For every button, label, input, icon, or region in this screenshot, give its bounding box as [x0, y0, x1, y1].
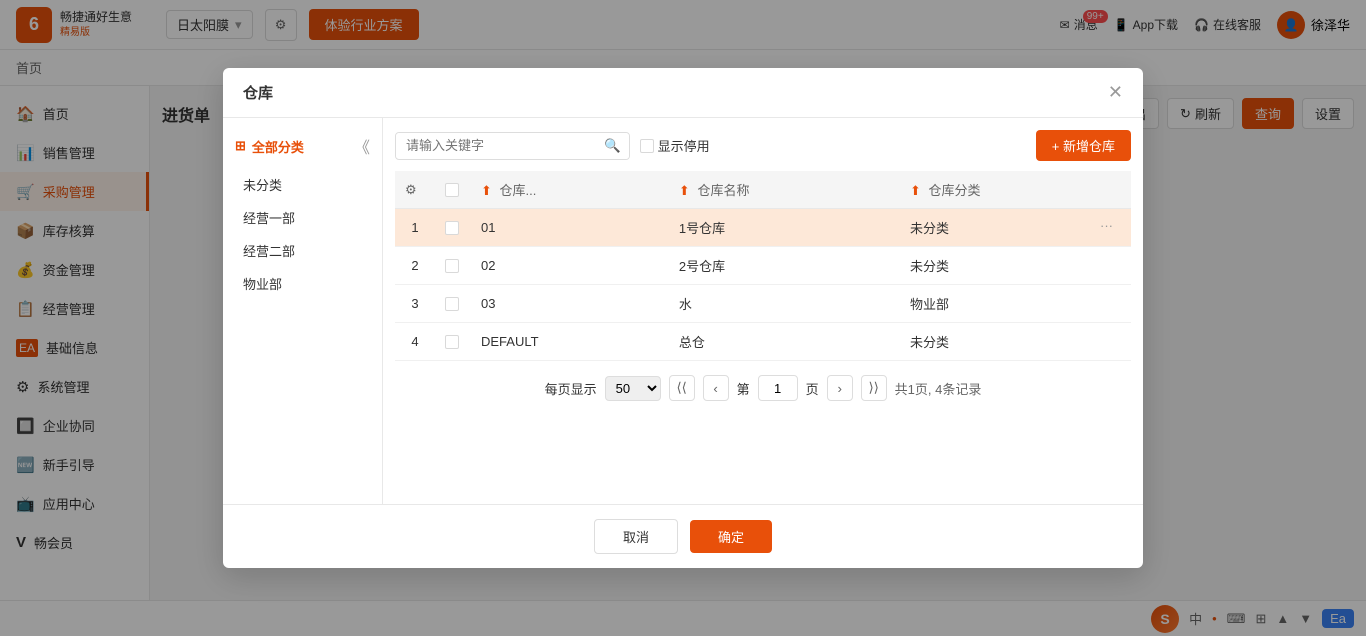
sort-icon-code: ⬆: [481, 183, 492, 198]
close-icon[interactable]: ✕: [1108, 82, 1123, 103]
table-row[interactable]: 2 02 2号仓库 未分类: [395, 247, 1131, 285]
col-code: ⬆ 仓库...: [471, 171, 669, 209]
row-name: 1号仓库: [669, 209, 900, 247]
add-warehouse-button[interactable]: + 新增仓库: [1036, 130, 1131, 161]
show-disabled-checkbox[interactable]: [640, 139, 654, 153]
category-panel: ⊞ 全部分类 《 未分类 经营一部 经营二部 物业部: [223, 118, 383, 504]
cancel-button[interactable]: 取消: [594, 519, 678, 554]
row-code: DEFAULT: [471, 323, 669, 361]
row-checkbox-cell: [435, 323, 471, 361]
row-category: 未分类: [900, 247, 1131, 285]
category-item-property[interactable]: 物业部: [223, 267, 382, 300]
row-category: 未分类: [900, 323, 1131, 361]
warehouse-table: ⚙ ⬆ 仓库... ⬆ 仓库名称: [395, 171, 1131, 361]
row-gear: 3: [395, 285, 435, 323]
row-gear: 2: [395, 247, 435, 285]
row-name: 2号仓库: [669, 247, 900, 285]
row-checkbox-cell: [435, 209, 471, 247]
modal-header: 仓库 ✕: [223, 68, 1143, 118]
page-label: 第: [737, 379, 750, 398]
per-page-label: 每页显示: [545, 379, 597, 398]
row-code: 03: [471, 285, 669, 323]
row-checkbox[interactable]: [445, 297, 459, 311]
table-row[interactable]: 4 DEFAULT 总仓 未分类: [395, 323, 1131, 361]
category-item-dept1[interactable]: 经营一部: [223, 201, 382, 234]
col-gear: ⚙: [395, 171, 435, 209]
prev-page-button[interactable]: ‹: [703, 375, 729, 401]
row-category: 物业部: [900, 285, 1131, 323]
table-panel: 🔍 显示停用 + 新增仓库 ⚙: [383, 118, 1143, 504]
row-gear: 4: [395, 323, 435, 361]
row-category: 未分类···: [900, 209, 1131, 247]
table-toolbar: 🔍 显示停用 + 新增仓库: [395, 130, 1131, 161]
gear-icon: ⚙: [405, 182, 417, 197]
category-header: ⊞ 全部分类 《: [223, 128, 382, 168]
category-item-unclassified[interactable]: 未分类: [223, 168, 382, 201]
col-name: ⬆ 仓库名称: [669, 171, 900, 209]
search-area: 🔍 显示停用: [395, 132, 710, 160]
row-code: 02: [471, 247, 669, 285]
category-collapse-icon[interactable]: 《: [354, 134, 370, 158]
row-code: 01: [471, 209, 669, 247]
first-page-button[interactable]: ⟨⟨: [669, 375, 695, 401]
row-checkbox[interactable]: [445, 259, 459, 273]
page-unit: 页: [806, 379, 819, 398]
last-page-button[interactable]: ⟩⟩: [861, 375, 887, 401]
warehouse-modal: 仓库 ✕ ⊞ 全部分类 《 未分类 经营一部 经营二部 物业部: [223, 68, 1143, 568]
search-box: 🔍: [395, 132, 630, 160]
row-checkbox[interactable]: [445, 335, 459, 349]
show-disabled-label[interactable]: 显示停用: [640, 136, 710, 155]
row-name: 总仓: [669, 323, 900, 361]
next-page-button[interactable]: ›: [827, 375, 853, 401]
modal-footer: 取消 确定: [223, 504, 1143, 568]
modal-title: 仓库: [243, 82, 273, 103]
row-checkbox-cell: [435, 285, 471, 323]
table-row[interactable]: 3 03 水 物业部: [395, 285, 1131, 323]
row-gear: 1: [395, 209, 435, 247]
row-name: 水: [669, 285, 900, 323]
show-disabled-text: 显示停用: [658, 136, 710, 155]
category-all-label: 全部分类: [252, 137, 304, 156]
col-check: [435, 171, 471, 209]
sort-icon-name: ⬆: [679, 183, 690, 198]
row-checkbox[interactable]: [445, 221, 459, 235]
select-all-checkbox[interactable]: [445, 183, 459, 197]
category-item-dept2[interactable]: 经营二部: [223, 234, 382, 267]
modal-body: ⊞ 全部分类 《 未分类 经营一部 经营二部 物业部 🔍: [223, 118, 1143, 504]
search-button[interactable]: 🔍: [596, 133, 629, 159]
grid-icon: ⊞: [235, 138, 246, 154]
category-all[interactable]: ⊞ 全部分类: [235, 137, 304, 156]
confirm-button[interactable]: 确定: [690, 520, 772, 553]
table-row[interactable]: 1 01 1号仓库 未分类···: [395, 209, 1131, 247]
total-info: 共1页, 4条记录: [895, 379, 982, 398]
row-checkbox-cell: [435, 247, 471, 285]
pagination-bar: 每页显示 50 20 100 ⟨⟨ ‹ 第 页 › ⟩⟩ 共1页, 4条记录: [395, 361, 1131, 405]
page-number-input[interactable]: [758, 375, 798, 401]
search-input[interactable]: [396, 133, 596, 158]
sort-icon-category: ⬆: [910, 183, 921, 198]
col-category: ⬆ 仓库分类: [900, 171, 1131, 209]
modal-overlay[interactable]: 仓库 ✕ ⊞ 全部分类 《 未分类 经营一部 经营二部 物业部: [0, 0, 1366, 636]
per-page-select[interactable]: 50 20 100: [605, 376, 661, 401]
